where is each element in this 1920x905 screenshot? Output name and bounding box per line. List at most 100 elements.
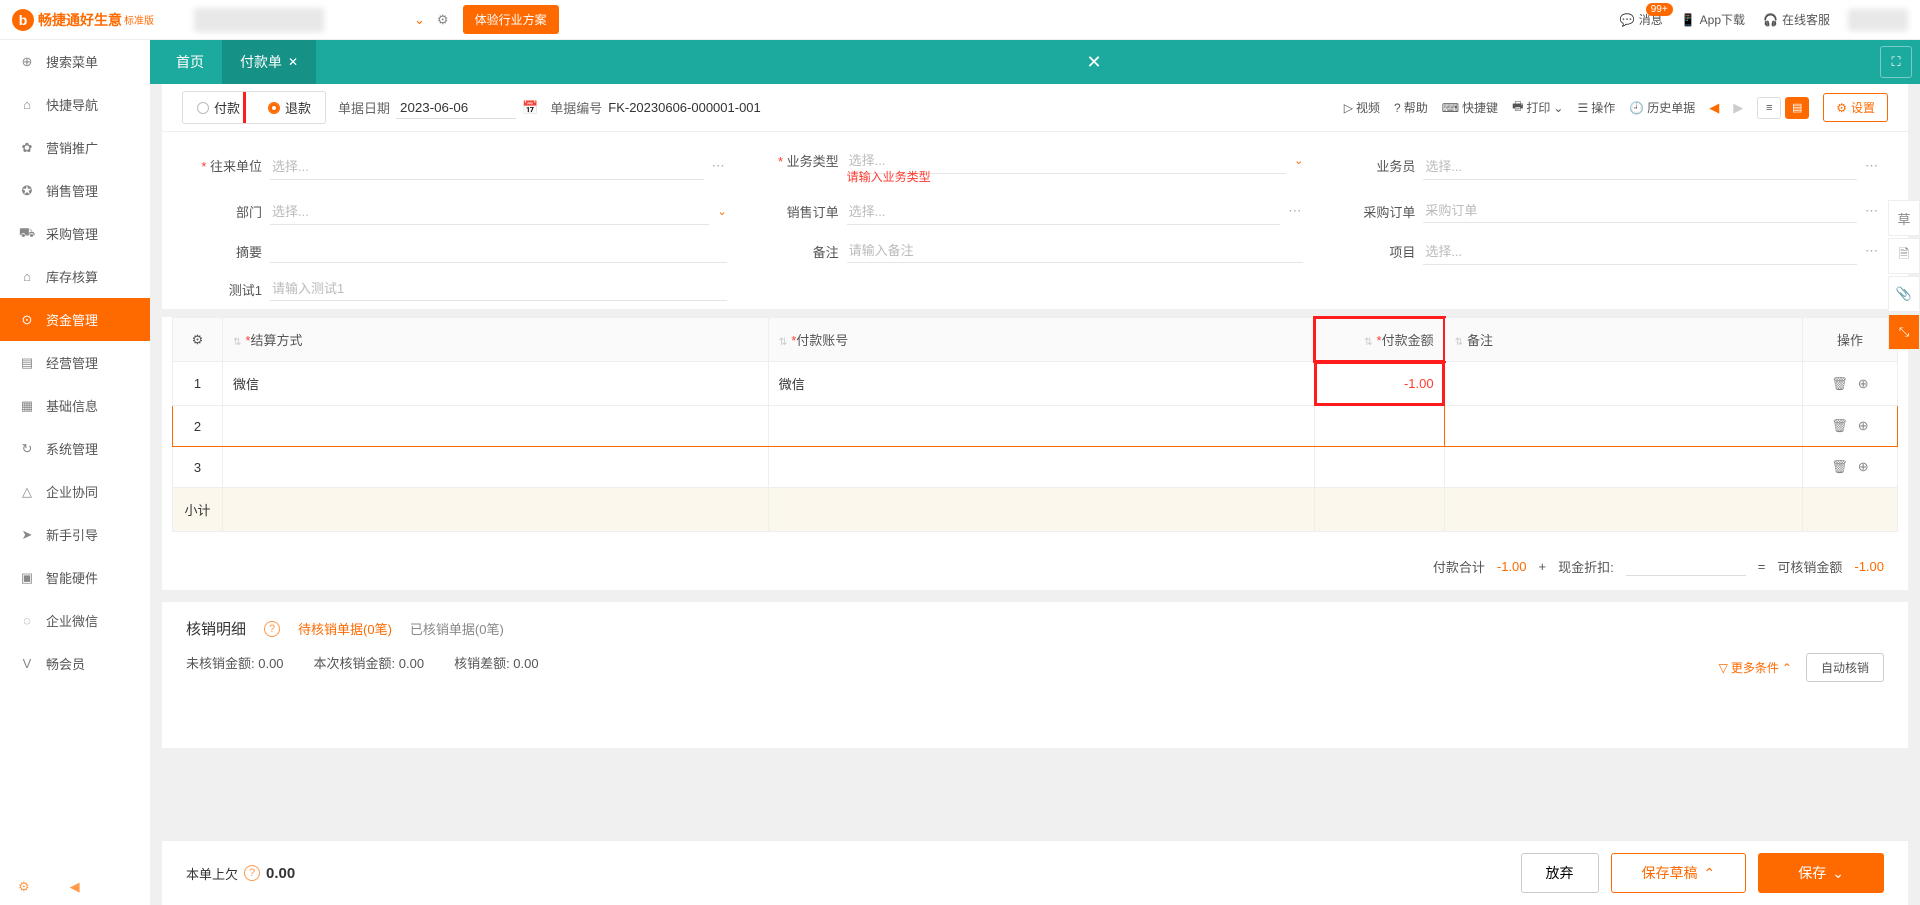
history-link[interactable]: 🕘历史单据	[1629, 99, 1695, 116]
add-row-icon[interactable]: ⊕	[1858, 459, 1869, 475]
chevron-down-icon[interactable]: ⌄	[1294, 154, 1303, 167]
view-list-icon[interactable]: ≡	[1757, 97, 1781, 119]
delete-icon[interactable]: 🗑	[1831, 376, 1848, 392]
more-icon[interactable]: ⋯	[1865, 243, 1880, 259]
cell-settle[interactable]	[223, 447, 769, 488]
project-select[interactable]: 选择...	[1423, 237, 1857, 265]
messages-link[interactable]: 💬 消息 99+	[1620, 11, 1663, 28]
save-draft-button[interactable]: 保存草稿⌃	[1611, 853, 1747, 893]
table-row[interactable]: 1 微信 微信 -1.00 🗑⊕	[173, 362, 1898, 406]
sidebar-item-operations[interactable]: ▤经营管理	[0, 341, 150, 384]
add-row-icon[interactable]: ⊕	[1858, 376, 1869, 392]
cell-amount[interactable]: -1.00	[1314, 362, 1444, 406]
chevron-down-icon[interactable]: ⌄	[717, 205, 726, 218]
app-download-link[interactable]: 📱 App下载	[1681, 11, 1745, 28]
rail-doc-icon[interactable]: 🗎	[1888, 238, 1920, 274]
tab-done[interactable]: 已核销单据(0笔)	[410, 619, 504, 638]
help-link[interactable]: ?帮助	[1394, 99, 1428, 116]
cell-remark[interactable]	[1444, 447, 1802, 488]
more-icon[interactable]: ⋯	[1288, 203, 1303, 219]
delete-icon[interactable]: 🗑	[1831, 418, 1848, 434]
cell-settle[interactable]: 微信	[223, 362, 769, 406]
next-arrow-icon[interactable]: ▶	[1733, 100, 1743, 116]
summary-input[interactable]	[270, 239, 727, 263]
sidebar-item-member[interactable]: V畅会员	[0, 642, 150, 685]
more-icon[interactable]: ⋯	[1865, 203, 1880, 219]
org-chevron-icon[interactable]: ⌄	[414, 12, 425, 28]
fullscreen-icon[interactable]: ⛶	[1880, 46, 1912, 78]
cell-account[interactable]	[768, 406, 1314, 447]
unit-select[interactable]: 选择...	[270, 152, 704, 180]
add-row-icon[interactable]: ⊕	[1858, 418, 1869, 434]
more-conditions-link[interactable]: ▽更多条件⌃	[1719, 659, 1792, 676]
th-remark[interactable]: ⇅备注	[1444, 318, 1802, 362]
tab-payment[interactable]: 付款单✕	[222, 40, 316, 84]
radio-refund[interactable]: 退款	[254, 92, 325, 123]
cell-settle[interactable]	[223, 406, 769, 447]
dept-select[interactable]: 选择...	[270, 197, 709, 225]
info-icon[interactable]: ?	[264, 621, 280, 637]
table-row[interactable]: 3 🗑⊕	[173, 447, 1898, 488]
operate-link[interactable]: ☰操作	[1577, 99, 1615, 116]
sidebar-item-inventory[interactable]: ⌂库存核算	[0, 255, 150, 298]
video-link[interactable]: ▷视频	[1344, 99, 1380, 116]
discount-input[interactable]	[1626, 556, 1746, 576]
cell-account[interactable]	[768, 447, 1314, 488]
sidebar-item-funds[interactable]: ⊙资金管理	[0, 298, 150, 341]
sidebar-item-marketing[interactable]: ✿营销推广	[0, 126, 150, 169]
print-link[interactable]: 🖶打印⌄	[1512, 97, 1563, 118]
sidebar-item-guide[interactable]: ➤新手引导	[0, 513, 150, 556]
more-icon[interactable]: ⋯	[1865, 158, 1880, 174]
doc-date-input[interactable]	[396, 97, 516, 119]
sidebar-item-basic[interactable]: ▦基础信息	[0, 384, 150, 427]
table-row[interactable]: 2 🗑⊕	[173, 406, 1898, 447]
save-button[interactable]: 保存⌄	[1758, 853, 1884, 893]
more-icon[interactable]: ⋯	[712, 158, 727, 174]
close-icon[interactable]: ✕	[288, 55, 298, 69]
settings-button[interactable]: ⚙设置	[1823, 93, 1888, 122]
auto-writeoff-button[interactable]: 自动核销	[1806, 653, 1884, 682]
remark-input[interactable]	[847, 239, 1304, 263]
prev-arrow-icon[interactable]: ◀	[1709, 100, 1719, 116]
test1-input[interactable]	[270, 277, 727, 301]
rail-attach-icon[interactable]: 📎	[1888, 276, 1920, 312]
sale-order-select[interactable]: 选择...	[847, 197, 1281, 225]
user-avatar-blurred[interactable]	[1848, 9, 1908, 31]
rail-draft-icon[interactable]: 草	[1888, 200, 1920, 236]
th-settle[interactable]: ⇅*结算方式	[223, 318, 769, 362]
th-amount[interactable]: ⇅*付款金额	[1314, 318, 1444, 362]
sidebar-item-collab[interactable]: △企业协同	[0, 470, 150, 513]
cell-remark[interactable]	[1444, 406, 1802, 447]
sidebar-item-quicknav[interactable]: ⌂快捷导航	[0, 83, 150, 126]
customer-service-link[interactable]: 🎧 在线客服	[1763, 11, 1830, 28]
cell-remark[interactable]	[1444, 362, 1802, 406]
cell-amount[interactable]	[1314, 406, 1444, 447]
shortcut-link[interactable]: ⌨快捷键	[1442, 99, 1498, 116]
cell-amount[interactable]	[1314, 447, 1444, 488]
tab-pending[interactable]: 待核销单据(0笔)	[298, 619, 392, 638]
sidebar-item-hardware[interactable]: ▣智能硬件	[0, 556, 150, 599]
purchase-order-input[interactable]	[1423, 199, 1857, 223]
sidebar-item-sales[interactable]: ✪销售管理	[0, 169, 150, 212]
sidebar-item-system[interactable]: ↻系统管理	[0, 427, 150, 470]
sidebar-item-purchase[interactable]: ⛟采购管理	[0, 212, 150, 255]
operator-select[interactable]: 选择...	[1423, 152, 1857, 180]
sidebar-item-search[interactable]: ⊕搜索菜单	[0, 40, 150, 83]
view-form-icon[interactable]: ▤	[1785, 97, 1809, 119]
radio-payment[interactable]: 付款	[183, 92, 254, 123]
rail-expand-icon[interactable]: ⤡	[1888, 314, 1920, 350]
th-gear[interactable]: ⚙	[173, 318, 223, 362]
close-all-icon[interactable]: ✕	[1086, 52, 1101, 73]
th-account[interactable]: ⇅*付款账号	[768, 318, 1314, 362]
sidebar-item-wechat[interactable]: ◌企业微信	[0, 599, 150, 642]
tab-home[interactable]: 首页	[158, 40, 222, 84]
info-icon[interactable]: ?	[244, 865, 260, 881]
cell-account[interactable]: 微信	[768, 362, 1314, 406]
trial-button[interactable]: 体验行业方案	[463, 5, 559, 34]
delete-icon[interactable]: 🗑	[1831, 459, 1848, 475]
gear-icon[interactable]: ⚙	[437, 12, 449, 28]
collapse-icon[interactable]: ◀	[70, 879, 80, 895]
discard-button[interactable]: 放弃	[1521, 853, 1599, 893]
settings-gear-icon[interactable]: ⚙	[18, 879, 30, 895]
calendar-icon[interactable]: 📅	[522, 100, 538, 116]
